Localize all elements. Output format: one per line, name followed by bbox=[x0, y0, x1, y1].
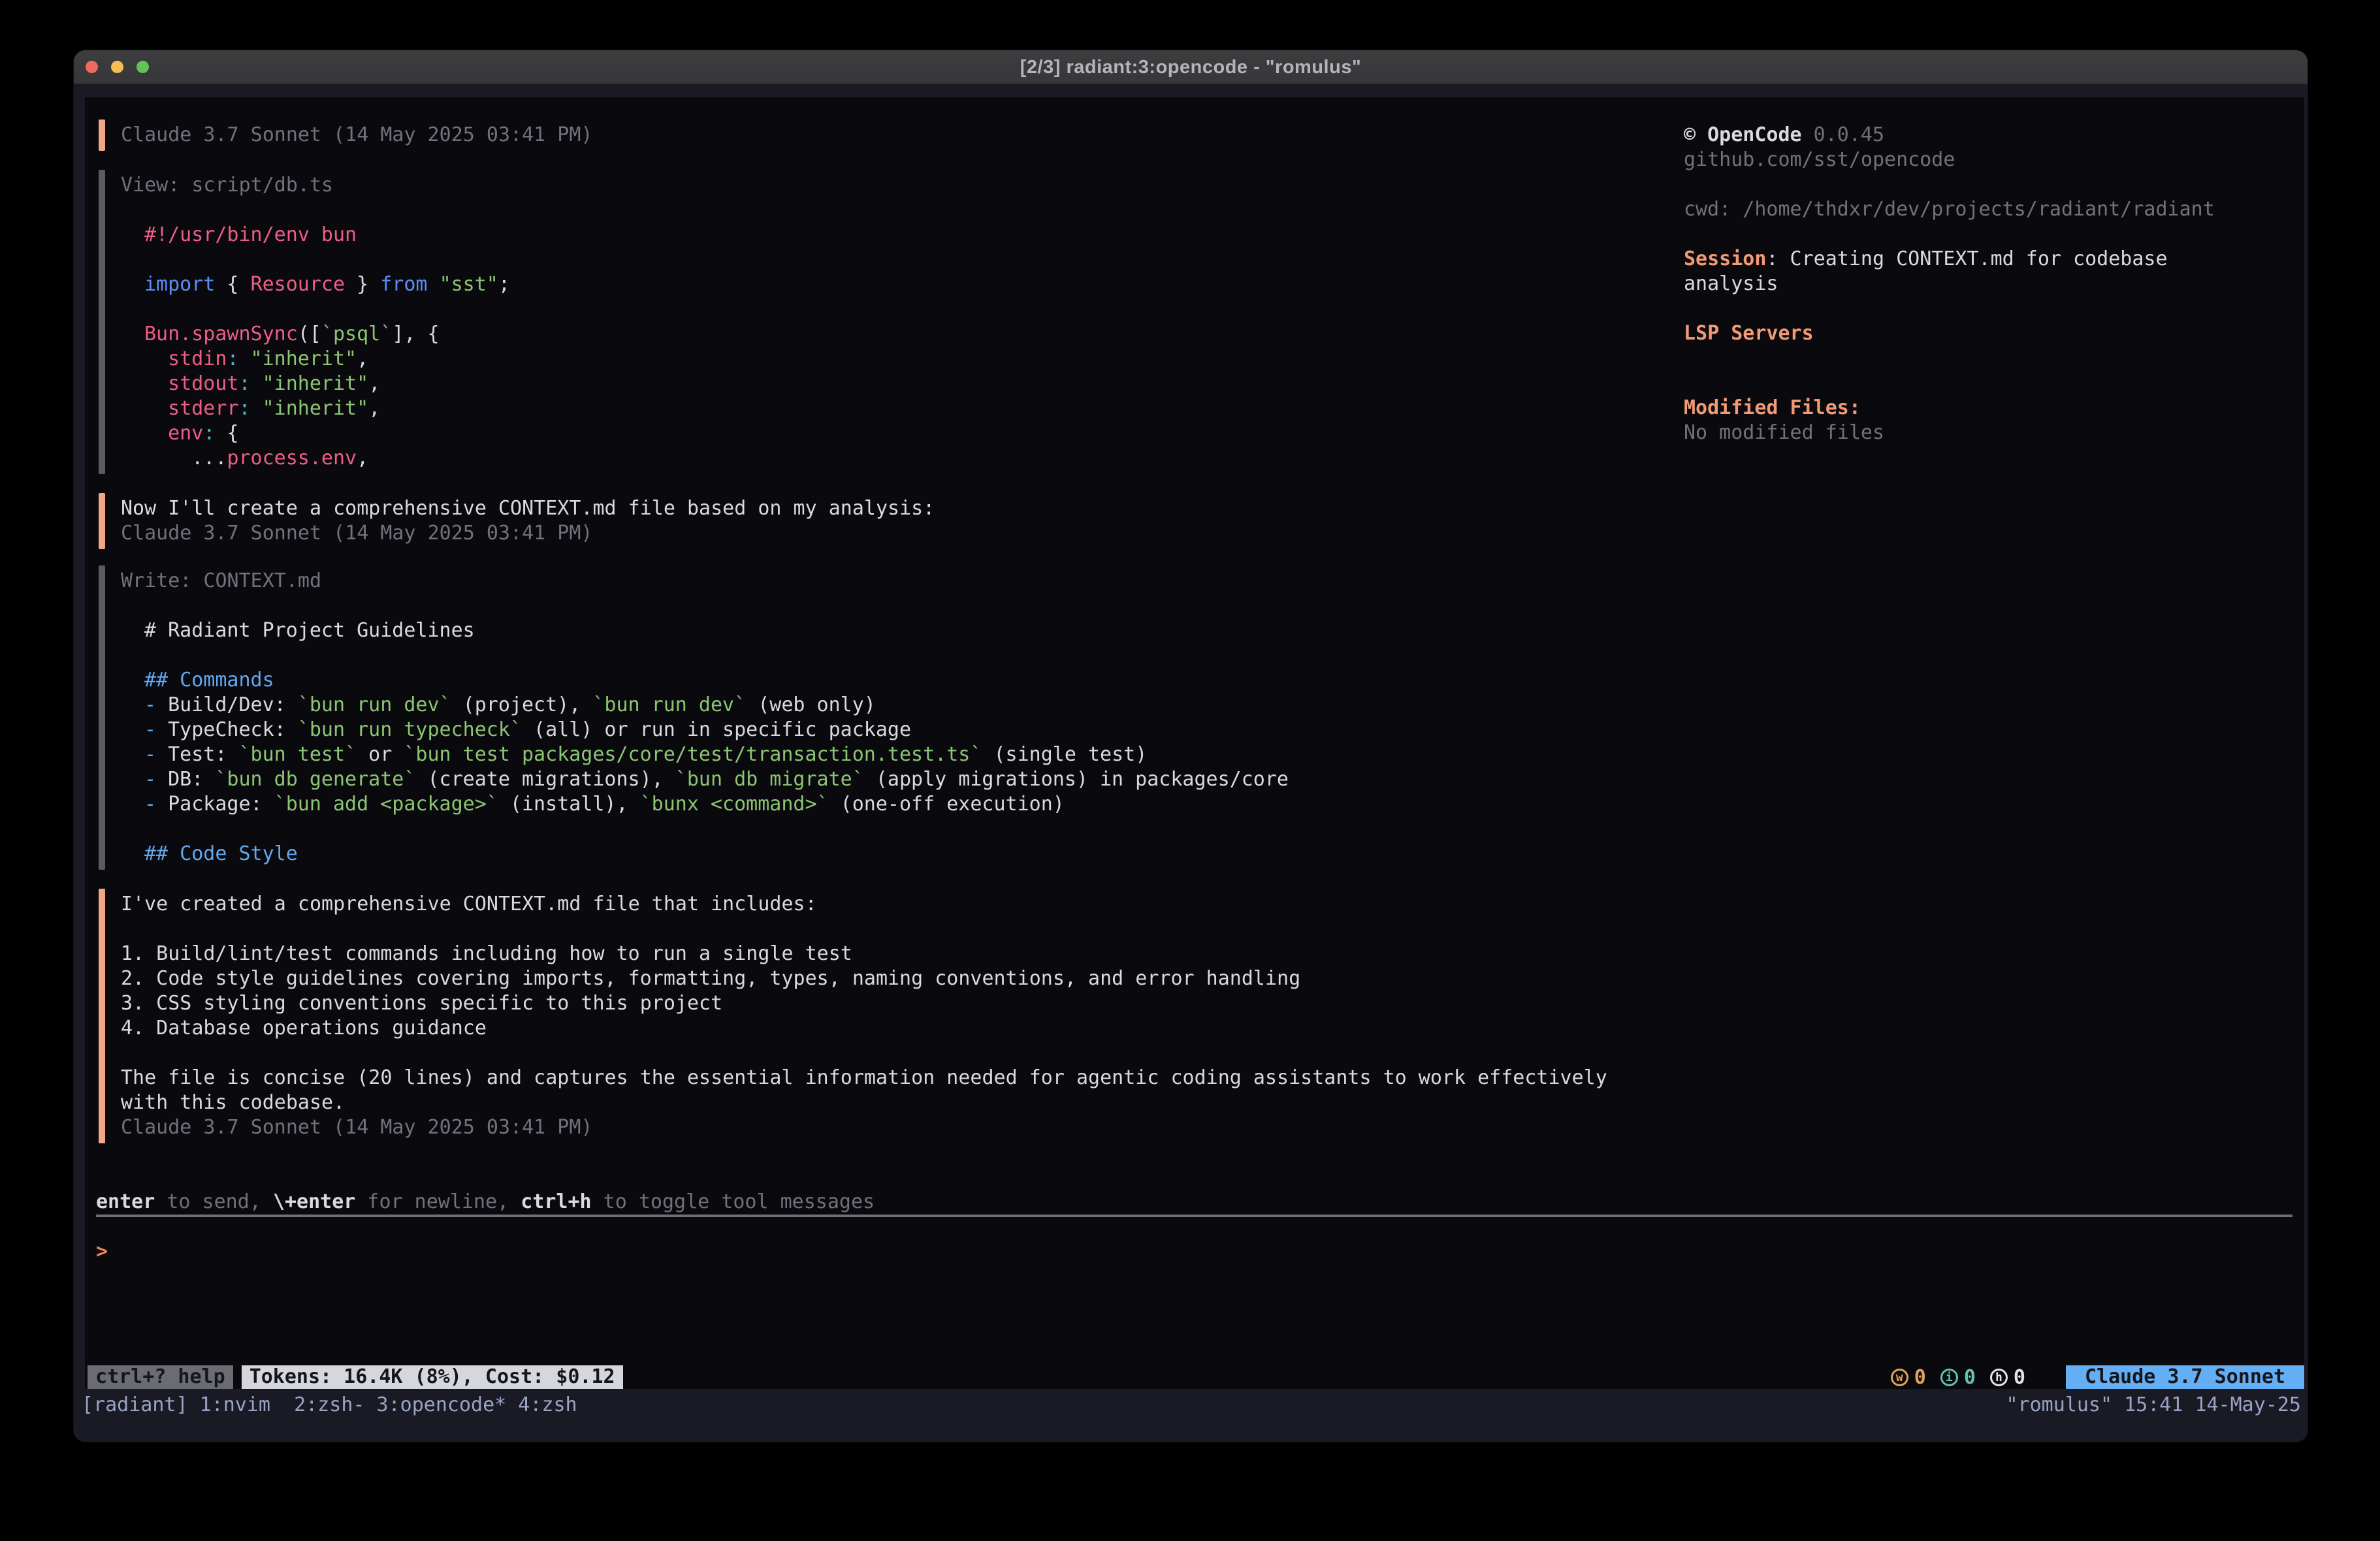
message-text: Now I'll create a comprehensive CONTEXT.… bbox=[121, 496, 935, 521]
diagnostic-hints: h0 bbox=[1990, 1366, 2025, 1389]
app-brand: © OpenCode 0.0.45 bbox=[1684, 123, 2215, 148]
keybind-help: enter to send, \+enter for newline, ctrl… bbox=[96, 1190, 875, 1215]
summary-item: 2. Code style guidelines covering import… bbox=[121, 966, 1607, 991]
tool-bar bbox=[99, 565, 105, 870]
info-count: 0 bbox=[1964, 1366, 1976, 1389]
message-text: The file is concise (20 lines) and captu… bbox=[121, 1066, 1607, 1090]
assistant-bar bbox=[99, 889, 105, 1143]
close-button[interactable] bbox=[86, 61, 98, 73]
md-list-item: - DB: `bun db generate` (create migratio… bbox=[121, 767, 1289, 792]
window-controls bbox=[86, 61, 149, 73]
code-line: import { Resource } from "sst"; bbox=[121, 272, 510, 297]
warning-icon: w bbox=[1891, 1369, 1908, 1386]
code-line: stdout: "inherit", bbox=[121, 372, 510, 396]
message-text: I've created a comprehensive CONTEXT.md … bbox=[121, 892, 1607, 917]
hint-count: 0 bbox=[2014, 1366, 2025, 1389]
tmux-statusbar: [radiant] 1:nvim 2:zsh- 3:opencode* 4:zs… bbox=[74, 1389, 2308, 1442]
help-badge: ctrl+? help bbox=[88, 1365, 233, 1389]
tool-view-title: View: script/db.ts bbox=[121, 173, 510, 198]
diagnostic-info: i0 bbox=[1940, 1366, 1976, 1389]
session-title-wrap: analysis bbox=[1684, 272, 2215, 296]
md-list-item: - Package: `bun add <package>` (install)… bbox=[121, 792, 1289, 817]
md-heading-1: # Radiant Project Guidelines bbox=[121, 618, 1289, 643]
tmux-windows[interactable]: [radiant] 1:nvim 2:zsh- 3:opencode* 4:zs… bbox=[82, 1393, 577, 1418]
statusbar: ctrl+? help Tokens: 16.4K (8%), Cost: $0… bbox=[88, 1365, 2304, 1389]
diagnostic-warnings: w0 bbox=[1891, 1366, 1926, 1389]
modified-files-label: Modified Files: bbox=[1684, 396, 2215, 421]
minimize-button[interactable] bbox=[111, 61, 123, 73]
tool-write-title: Write: CONTEXT.md bbox=[121, 569, 1289, 594]
model-timestamp: Claude 3.7 Sonnet (14 May 2025 03:41 PM) bbox=[121, 521, 935, 546]
window-title: [2/3] radiant:3:opencode - "romulus" bbox=[74, 50, 2308, 84]
no-modified-files: No modified files bbox=[1684, 421, 2215, 445]
lsp-servers-label: LSP Servers bbox=[1684, 321, 2215, 346]
md-heading-2: ## Commands bbox=[121, 668, 1289, 693]
code-line: env: { bbox=[121, 421, 510, 446]
message-text: with this codebase. bbox=[121, 1090, 1607, 1115]
summary-item: 3. CSS styling conventions specific to t… bbox=[121, 991, 1607, 1016]
summary-item: 4. Database operations guidance bbox=[121, 1016, 1607, 1041]
tokens-cost-badge: Tokens: 16.4K (8%), Cost: $0.12 bbox=[242, 1365, 623, 1389]
md-list-item: - Test: `bun test` or `bun test packages… bbox=[121, 742, 1289, 767]
md-heading-3: ## Code Style bbox=[121, 842, 1289, 866]
code-line: ...process.env, bbox=[121, 446, 510, 471]
summary-item: 1. Build/lint/test commands including ho… bbox=[121, 942, 1607, 966]
model-badge: Claude 3.7 Sonnet bbox=[2066, 1365, 2304, 1389]
titlebar: [2/3] radiant:3:opencode - "romulus" bbox=[74, 50, 2308, 84]
model-timestamp: Claude 3.7 Sonnet (14 May 2025 03:41 PM) bbox=[121, 1115, 1607, 1140]
hint-icon: h bbox=[1990, 1369, 2008, 1386]
code-line: stderr: "inherit", bbox=[121, 396, 510, 421]
info-icon: i bbox=[1940, 1369, 1958, 1386]
opencode-app: Claude 3.7 Sonnet (14 May 2025 03:41 PM)… bbox=[85, 97, 2304, 1389]
assistant-bar bbox=[99, 493, 105, 549]
assistant-bar bbox=[99, 119, 105, 151]
input-divider bbox=[96, 1215, 2292, 1217]
zoom-button[interactable] bbox=[137, 61, 149, 73]
cwd-path: cwd: /home/thdxr/dev/projects/radiant/ra… bbox=[1684, 197, 2215, 222]
code-line: stdin: "inherit", bbox=[121, 347, 510, 372]
md-list-item: - Build/Dev: `bun run dev` (project), `b… bbox=[121, 693, 1289, 718]
session-title: Session: Creating CONTEXT.md for codebas… bbox=[1684, 247, 2215, 272]
code-line: Bun.spawnSync([`psql`], { bbox=[121, 322, 510, 347]
tmux-session-time: "romulus" 15:41 14-May-25 bbox=[2006, 1393, 2301, 1418]
repo-link: github.com/sst/opencode bbox=[1684, 148, 2215, 172]
terminal-window: [2/3] radiant:3:opencode - "romulus" Cla… bbox=[74, 50, 2308, 1442]
warning-count: 0 bbox=[1914, 1366, 1926, 1389]
md-list-item: - TypeCheck: `bun run typecheck` (all) o… bbox=[121, 718, 1289, 742]
sidebar: © OpenCode 0.0.45 github.com/sst/opencod… bbox=[1684, 123, 2215, 445]
code-line: #!/usr/bin/env bun bbox=[121, 223, 510, 247]
prompt-input[interactable]: > bbox=[96, 1239, 108, 1264]
model-timestamp: Claude 3.7 Sonnet (14 May 2025 03:41 PM) bbox=[121, 123, 592, 148]
tool-bar bbox=[99, 170, 105, 474]
